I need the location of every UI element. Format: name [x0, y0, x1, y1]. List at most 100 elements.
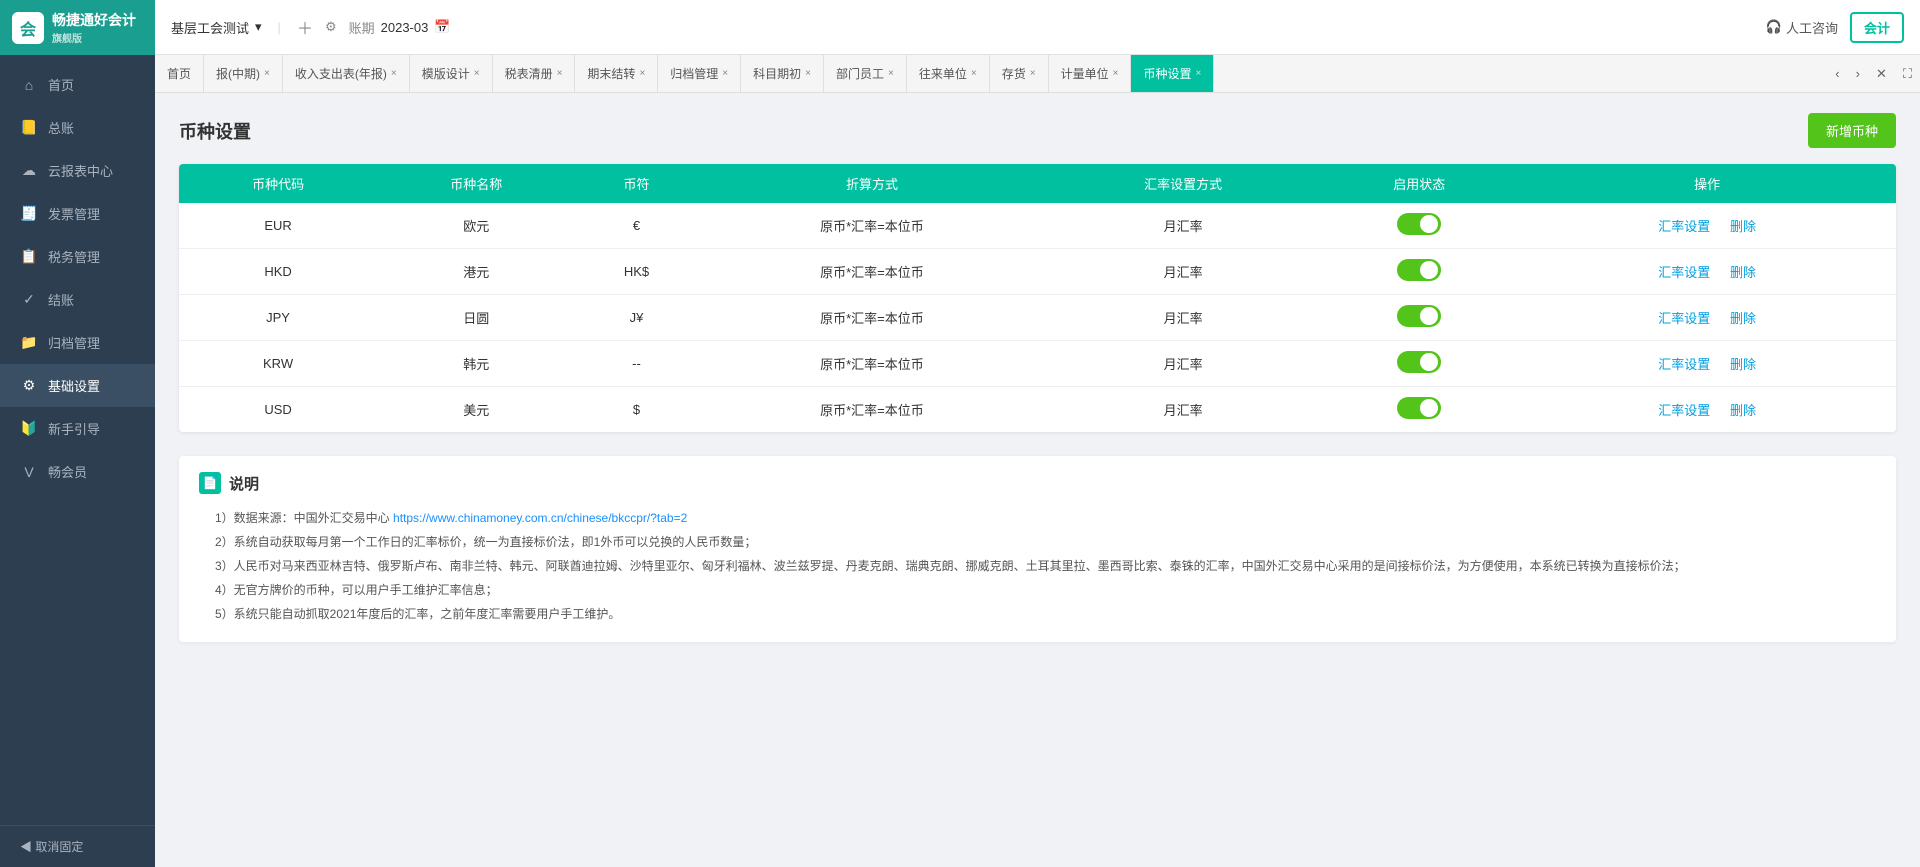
new-currency-button[interactable]: 新增币种 [1808, 113, 1896, 148]
tab-close-icon[interactable]: × [1113, 68, 1119, 79]
tab-close-icon[interactable]: × [1195, 68, 1201, 79]
sidebar-item-home[interactable]: ⌂首页 [0, 63, 155, 106]
period-info: 账期 2023-03 📅 [349, 18, 451, 37]
tab-close-icon[interactable]: × [1030, 68, 1036, 79]
tab-item-6[interactable]: 归档管理 × [658, 55, 741, 92]
sidebar-item-guide[interactable]: 🔰新手引导 [0, 407, 155, 450]
tax-icon: 📋 [20, 248, 38, 265]
currency-name: 欧元 [377, 203, 575, 249]
sidebar-item-archive[interactable]: 📁归档管理 [0, 321, 155, 364]
tab-close-icon[interactable]: × [391, 68, 397, 79]
sidebar-item-invoice[interactable]: 🧾发票管理 [0, 192, 155, 235]
tabs-prev-button[interactable]: ‹ [1827, 55, 1847, 92]
calc-method: 原币*汇率=本位币 [698, 341, 1047, 387]
toggle-switch[interactable] [1397, 397, 1441, 419]
sidebar-item-close[interactable]: ✓结账 [0, 278, 155, 321]
tab-close-icon[interactable]: × [805, 68, 811, 79]
tab-item-0[interactable]: 首页 [155, 55, 204, 92]
content-area: 币种设置 新增币种 币种代码币种名称币符折算方式汇率设置方式启用状态操作 EUR… [155, 93, 1920, 867]
toggle-switch[interactable] [1397, 351, 1441, 373]
tab-label: 报(中期) [216, 65, 260, 82]
sidebar-item-member[interactable]: V畅会员 [0, 450, 155, 493]
rate-setting-link[interactable]: 汇率设置 [1658, 311, 1710, 326]
calendar-icon[interactable]: 📅 [434, 19, 450, 35]
sidebar-item-reports[interactable]: ☁云报表中心 [0, 149, 155, 192]
delete-link[interactable]: 删除 [1730, 357, 1756, 372]
logo-text: 畅捷通好会计 [52, 10, 136, 30]
tab-label: 计量单位 [1061, 65, 1109, 82]
currency-code: JPY [179, 295, 377, 341]
rate-type: 月汇率 [1046, 203, 1320, 249]
close-icon: ✓ [20, 291, 38, 308]
tab-label: 归档管理 [670, 65, 718, 82]
toggle-switch[interactable] [1397, 213, 1441, 235]
note-section: 📄 说明 1）数据来源：中国外汇交易中心 https://www.chinamo… [179, 456, 1896, 642]
delete-link[interactable]: 删除 [1730, 265, 1756, 280]
rate-setting-link[interactable]: 汇率设置 [1658, 403, 1710, 418]
logo-sub: 旗舰版 [52, 30, 136, 45]
tab-item-1[interactable]: 报(中期) × [204, 55, 283, 92]
add-company-icon[interactable]: ＋ [297, 15, 313, 39]
sidebar-item-tax[interactable]: 📋税务管理 [0, 235, 155, 278]
tab-item-3[interactable]: 模版设计 × [410, 55, 493, 92]
company-selector[interactable]: 基层工会测试 ▾ [171, 18, 262, 37]
tab-item-12[interactable]: 币种设置 × [1131, 55, 1214, 92]
toggle-switch[interactable] [1397, 259, 1441, 281]
headset-icon: 🎧 [1766, 19, 1782, 35]
currency-name: 美元 [377, 387, 575, 433]
table-header: 启用状态 [1320, 164, 1518, 203]
tab-item-4[interactable]: 税表清册 × [493, 55, 576, 92]
rate-setting-link[interactable]: 汇率设置 [1658, 357, 1710, 372]
rate-setting-link[interactable]: 汇率设置 [1658, 219, 1710, 234]
tab-close-icon[interactable]: × [639, 68, 645, 79]
currency-symbol: J¥ [575, 295, 697, 341]
tab-close-icon[interactable]: × [888, 68, 894, 79]
tab-close-icon[interactable]: × [971, 68, 977, 79]
tab-close-icon[interactable]: × [722, 68, 728, 79]
delete-link[interactable]: 删除 [1730, 403, 1756, 418]
company-name: 基层工会测试 [171, 18, 249, 37]
rate-type: 月汇率 [1046, 249, 1320, 295]
tab-item-7[interactable]: 科目期初 × [741, 55, 824, 92]
tab-item-8[interactable]: 部门员工 × [824, 55, 907, 92]
sidebar-item-label: 畅会员 [48, 462, 87, 481]
sidebar-footer[interactable]: ◀ 取消固定 [0, 825, 155, 867]
tab-item-9[interactable]: 往来单位 × [907, 55, 990, 92]
tabs-expand-button[interactable]: ⛶ [1895, 55, 1920, 92]
tab-close-icon[interactable]: × [474, 68, 480, 79]
account-button[interactable]: 会计 [1850, 12, 1904, 43]
tabs-next-button[interactable]: › [1848, 55, 1868, 92]
table-header: 币符 [575, 164, 697, 203]
rate-setting-link[interactable]: 汇率设置 [1658, 265, 1710, 280]
settings-icon[interactable]: ⚙ [325, 19, 337, 35]
table-row: USD 美元 $ 原币*汇率=本位币 月汇率 汇率设置 删除 [179, 387, 1896, 433]
note-title: 📄 说明 [199, 472, 1876, 494]
tab-close-icon[interactable]: × [557, 68, 563, 79]
delete-link[interactable]: 删除 [1730, 311, 1756, 326]
currency-name: 日圆 [377, 295, 575, 341]
tab-item-2[interactable]: 收入支出表(年报) × [283, 55, 410, 92]
actions: 汇率设置 删除 [1518, 341, 1896, 387]
table-header: 币种代码 [179, 164, 377, 203]
delete-link[interactable]: 删除 [1730, 219, 1756, 234]
sidebar-item-basic[interactable]: ⚙基础设置 [0, 364, 155, 407]
support-button[interactable]: 🎧 人工咨询 [1766, 18, 1838, 37]
toggle-switch[interactable] [1397, 305, 1441, 327]
external-link[interactable]: https://www.chinamoney.com.cn/chinese/bk… [393, 511, 687, 525]
tabs-close-all-button[interactable]: ✕ [1868, 55, 1895, 92]
archive-icon: 📁 [20, 334, 38, 351]
sidebar-nav: ⌂首页📒总账☁云报表中心🧾发票管理📋税务管理✓结账📁归档管理⚙基础设置🔰新手引导… [0, 55, 155, 825]
tab-item-10[interactable]: 存货 × [990, 55, 1049, 92]
rate-type: 月汇率 [1046, 295, 1320, 341]
tab-close-icon[interactable]: × [264, 68, 270, 79]
calc-method: 原币*汇率=本位币 [698, 249, 1047, 295]
tab-label: 首页 [167, 65, 191, 82]
currency-code: KRW [179, 341, 377, 387]
tab-item-5[interactable]: 期末结转 × [575, 55, 658, 92]
table-row: JPY 日圆 J¥ 原币*汇率=本位币 月汇率 汇率设置 删除 [179, 295, 1896, 341]
currency-code: USD [179, 387, 377, 433]
sidebar-item-ledger[interactable]: 📒总账 [0, 106, 155, 149]
sidebar-item-label: 云报表中心 [48, 161, 113, 180]
tab-item-11[interactable]: 计量单位 × [1049, 55, 1132, 92]
currency-name: 韩元 [377, 341, 575, 387]
